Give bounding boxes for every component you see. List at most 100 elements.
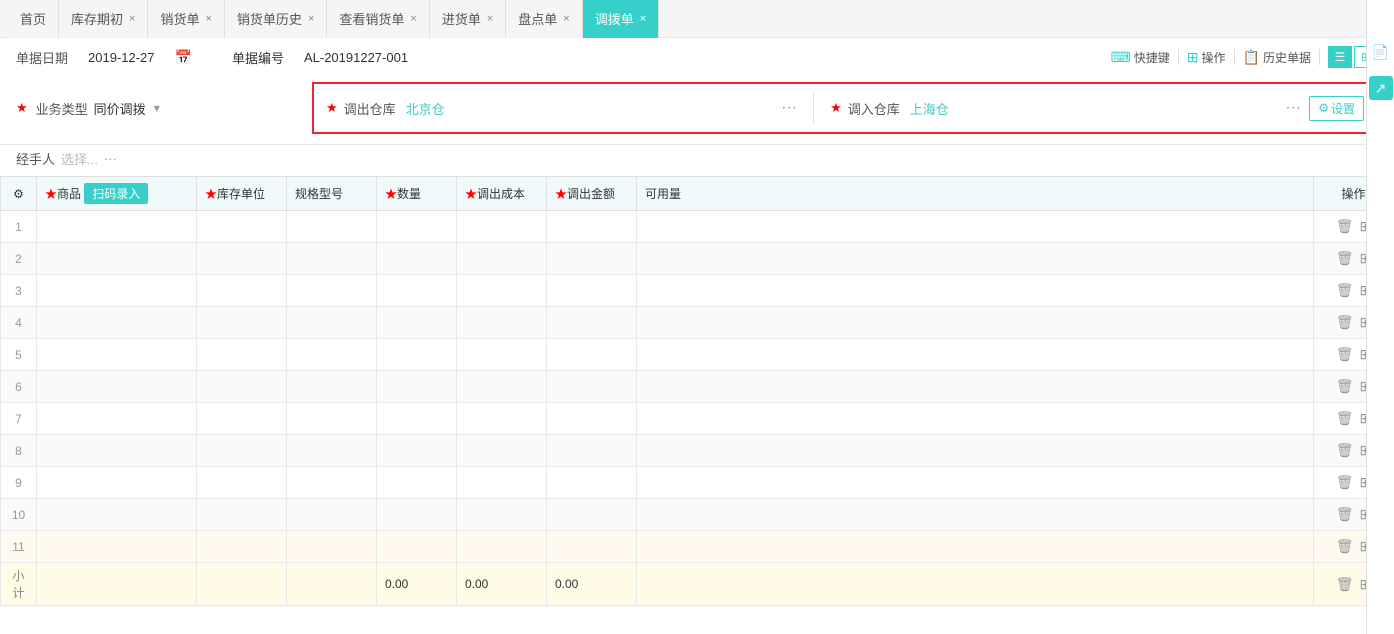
delete-row-btn[interactable]: 🗑 <box>1336 506 1354 523</box>
cell-available-5[interactable] <box>637 339 1314 371</box>
in-warehouse-value[interactable]: 上海仓 <box>910 99 949 118</box>
cell-amount-9[interactable] <box>547 467 637 499</box>
cell-qty-2[interactable] <box>377 243 457 275</box>
cell-spec-5[interactable] <box>287 339 377 371</box>
cell-cost-3[interactable] <box>457 275 547 307</box>
cell-cost-4[interactable] <box>457 307 547 339</box>
cell-cost-8[interactable] <box>457 435 547 467</box>
cell-spec-10[interactable] <box>287 499 377 531</box>
cell-cost-6[interactable] <box>457 371 547 403</box>
close-tab-sales-order[interactable]: × <box>205 13 211 25</box>
cell-available-10[interactable] <box>637 499 1314 531</box>
cell-unit-5[interactable] <box>197 339 287 371</box>
cell-cost-7[interactable] <box>457 403 547 435</box>
delete-row-btn[interactable]: 🗑 <box>1336 218 1354 235</box>
subtotal-delete-btn[interactable]: 🗑 <box>1336 576 1354 593</box>
cell-unit-7[interactable] <box>197 403 287 435</box>
cell-unit-4[interactable] <box>197 307 287 339</box>
cell-qty-8[interactable] <box>377 435 457 467</box>
cell-cost-10[interactable] <box>457 499 547 531</box>
out-warehouse-more-btn[interactable]: ··· <box>781 99 797 117</box>
delete-row-btn[interactable]: 🗑 <box>1336 346 1354 363</box>
cell-product-1[interactable] <box>37 211 197 243</box>
cell-spec-3[interactable] <box>287 275 377 307</box>
scan-entry-btn[interactable]: 扫码录入 <box>84 183 148 204</box>
close-tab-transfer[interactable]: × <box>640 13 646 25</box>
cell-spec-2[interactable] <box>287 243 377 275</box>
tab-sales-order[interactable]: 销货单 × <box>148 0 224 38</box>
cell-available-9[interactable] <box>637 467 1314 499</box>
cell-qty-9[interactable] <box>377 467 457 499</box>
cell-unit-9[interactable] <box>197 467 287 499</box>
close-tab-sales-history[interactable]: × <box>308 13 314 25</box>
cell-qty-7[interactable] <box>377 403 457 435</box>
tab-transfer[interactable]: 调拨单 × <box>583 0 659 38</box>
cell-qty-3[interactable] <box>377 275 457 307</box>
cell-spec-8[interactable] <box>287 435 377 467</box>
cell-unit-2[interactable] <box>197 243 287 275</box>
table-settings-icon[interactable]: ⚙ <box>13 187 24 201</box>
cell-unit-6[interactable] <box>197 371 287 403</box>
operations-btn[interactable]: ⊞ 操作 <box>1187 49 1226 66</box>
cell-amount-8[interactable] <box>547 435 637 467</box>
cell-product-9[interactable] <box>37 467 197 499</box>
cell-qty-1[interactable] <box>377 211 457 243</box>
cell-product-4[interactable] <box>37 307 197 339</box>
cell-cost-2[interactable] <box>457 243 547 275</box>
cell-amount-5[interactable] <box>547 339 637 371</box>
cell-cost-9[interactable] <box>457 467 547 499</box>
cell-product-7[interactable] <box>37 403 197 435</box>
cell-amount-1[interactable] <box>547 211 637 243</box>
cell-product-2[interactable] <box>37 243 197 275</box>
delete-row-btn[interactable]: 🗑 <box>1336 314 1354 331</box>
cell-available-2[interactable] <box>637 243 1314 275</box>
delete-row-btn[interactable]: 🗑 <box>1336 474 1354 491</box>
close-tab-view-sales[interactable]: × <box>410 13 416 25</box>
cell-spec-9[interactable] <box>287 467 377 499</box>
col-gear[interactable]: ⚙ <box>1 177 37 211</box>
cell-qty-11[interactable] <box>377 531 457 563</box>
handler-select[interactable]: 选择... <box>61 149 98 168</box>
cell-available-1[interactable] <box>637 211 1314 243</box>
cell-product-6[interactable] <box>37 371 197 403</box>
cell-cost-1[interactable] <box>457 211 547 243</box>
cell-cost-5[interactable] <box>457 339 547 371</box>
history-btn[interactable]: 📋 历史单据 <box>1243 49 1311 66</box>
layout-btn-list[interactable]: ☰ <box>1328 46 1352 68</box>
business-type-select[interactable]: 同价调拨 ▾ <box>94 99 160 118</box>
cell-product-5[interactable] <box>37 339 197 371</box>
cell-unit-3[interactable] <box>197 275 287 307</box>
delete-row-btn[interactable]: 🗑 <box>1336 442 1354 459</box>
cell-available-8[interactable] <box>637 435 1314 467</box>
close-tab-stocktake[interactable]: × <box>563 13 569 25</box>
cell-amount-7[interactable] <box>547 403 637 435</box>
delete-row-btn[interactable]: 🗑 <box>1336 410 1354 427</box>
tab-inventory-init[interactable]: 库存期初 × <box>59 0 148 38</box>
handler-more-btn[interactable]: ··· <box>104 151 117 166</box>
cell-available-4[interactable] <box>637 307 1314 339</box>
cell-available-6[interactable] <box>637 371 1314 403</box>
cell-amount-4[interactable] <box>547 307 637 339</box>
cell-product-3[interactable] <box>37 275 197 307</box>
cell-unit-1[interactable] <box>197 211 287 243</box>
cell-product-10[interactable] <box>37 499 197 531</box>
cell-qty-10[interactable] <box>377 499 457 531</box>
shortcuts-btn[interactable]: ⌨ 快捷键 <box>1111 49 1170 66</box>
delete-row-btn[interactable]: 🗑 <box>1336 378 1354 395</box>
close-tab-purchase[interactable]: × <box>487 13 493 25</box>
tab-sales-history[interactable]: 销货单历史 × <box>225 0 327 38</box>
cell-spec-7[interactable] <box>287 403 377 435</box>
sidebar-expand-icon[interactable]: ↗ <box>1369 76 1393 100</box>
cell-available-7[interactable] <box>637 403 1314 435</box>
delete-row-btn[interactable]: 🗑 <box>1336 250 1354 267</box>
cell-spec-4[interactable] <box>287 307 377 339</box>
settings-btn[interactable]: ⚙ 设置 <box>1309 96 1364 121</box>
out-warehouse-value[interactable]: 北京仓 <box>406 99 445 118</box>
cell-product-11[interactable] <box>37 531 197 563</box>
cell-unit-8[interactable] <box>197 435 287 467</box>
cell-spec-11[interactable] <box>287 531 377 563</box>
tab-stocktake[interactable]: 盘点单 × <box>506 0 582 38</box>
cell-product-8[interactable] <box>37 435 197 467</box>
cell-spec-6[interactable] <box>287 371 377 403</box>
cell-unit-11[interactable] <box>197 531 287 563</box>
